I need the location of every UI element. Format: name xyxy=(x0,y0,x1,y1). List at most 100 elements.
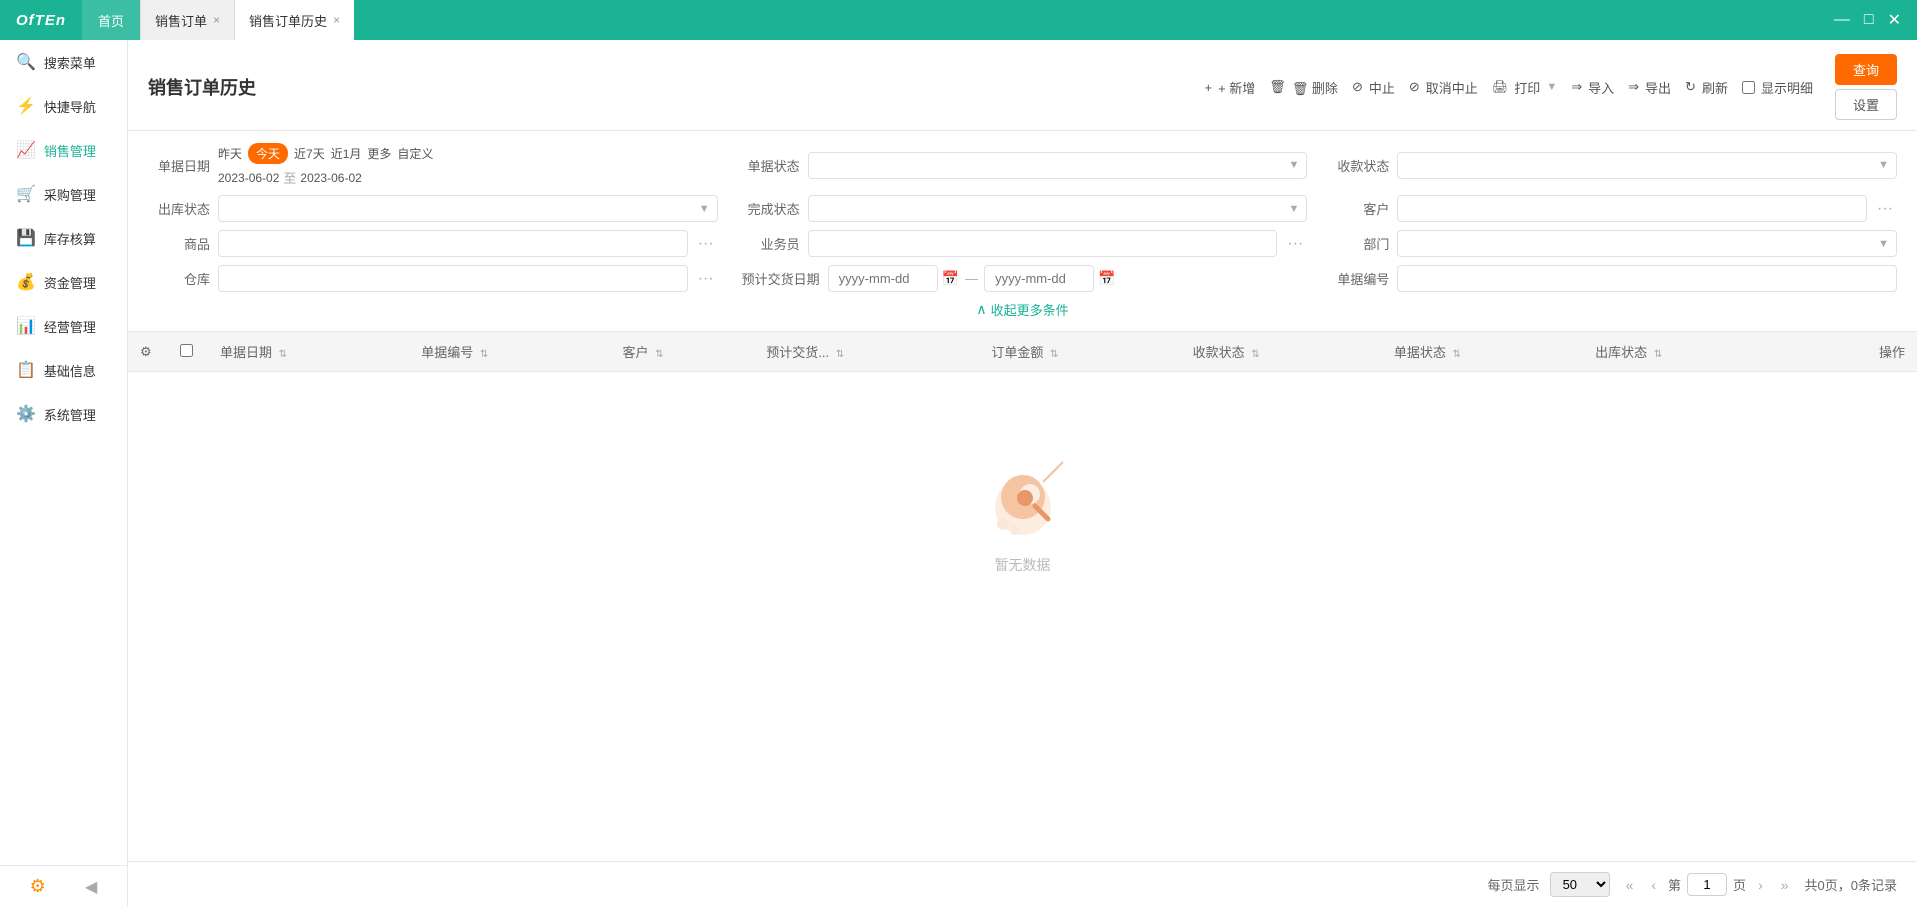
sidebar-item-finance[interactable]: 💰 资金管理 xyxy=(0,260,127,304)
col-out-status[interactable]: 出库状态 ⇅ xyxy=(1583,332,1784,372)
col-actions: 操作 xyxy=(1784,332,1917,372)
sidebar-item-search[interactable]: 🔍 搜索菜单 xyxy=(0,40,127,84)
calendar-start-icon[interactable]: 📅 xyxy=(942,270,959,287)
col-no[interactable]: 单据编号 ⇅ xyxy=(409,332,610,372)
window-minimize-btn[interactable]: — xyxy=(1834,11,1850,29)
query-button[interactable]: 查询 xyxy=(1835,54,1897,85)
print-dropdown-icon: ▼ xyxy=(1546,81,1557,93)
out-status-select[interactable] xyxy=(218,195,718,222)
date-dash: — xyxy=(965,271,978,286)
window-maximize-btn[interactable]: □ xyxy=(1864,11,1874,29)
stop-button[interactable]: ⊘ 中止 xyxy=(1352,78,1395,97)
delete-button[interactable]: 🗑 🗑 删除 xyxy=(1269,78,1338,97)
display-detail-checkbox[interactable] xyxy=(1742,81,1755,94)
basic-info-icon: 📋 xyxy=(16,360,36,380)
sidebar-item-quick-nav[interactable]: ⚡ 快捷导航 xyxy=(0,84,127,128)
complete-status-select[interactable] xyxy=(808,195,1308,222)
sidebar-settings-icon[interactable]: ⚙ xyxy=(30,876,46,897)
tab-sales-history[interactable]: 销售订单历史 × xyxy=(234,0,354,40)
sidebar-collapse-icon[interactable]: ◀ xyxy=(85,877,97,897)
page-last-btn[interactable]: » xyxy=(1775,875,1795,895)
collapse-more-link[interactable]: ∧ 收起更多条件 xyxy=(148,300,1897,319)
col-expected[interactable]: 预计交货... ⇅ xyxy=(754,332,979,372)
close-tab-sales[interactable]: × xyxy=(213,13,220,27)
col-amount[interactable]: 订单金额 ⇅ xyxy=(979,332,1180,372)
window-close-btn[interactable]: ✕ xyxy=(1888,10,1901,30)
sort-out-icon: ⇅ xyxy=(1654,349,1662,360)
setting-button[interactable]: 设置 xyxy=(1835,89,1897,120)
salesman-more-icon[interactable]: ··· xyxy=(1283,235,1307,253)
page-prev-btn[interactable]: ‹ xyxy=(1645,875,1662,895)
col-receipt-status[interactable]: 收款状态 ⇅ xyxy=(1181,332,1382,372)
export-icon: ⇒ xyxy=(1628,79,1639,95)
close-tab-history[interactable]: × xyxy=(333,13,340,27)
date-range-start: 2023-06-02 xyxy=(218,171,279,185)
sidebar-item-operations[interactable]: 📊 经营管理 xyxy=(0,304,127,348)
tab-home[interactable]: 首页 xyxy=(82,0,140,40)
date-btn-7days[interactable]: 近7天 xyxy=(294,145,325,162)
sort-receipt-icon: ⇅ xyxy=(1251,349,1259,360)
date-btn-yesterday[interactable]: 昨天 xyxy=(218,145,242,162)
col-bill-status[interactable]: 单据状态 ⇅ xyxy=(1382,332,1583,372)
date-label: 单据日期 xyxy=(148,156,218,175)
product-input[interactable] xyxy=(218,230,688,257)
customer-input[interactable] xyxy=(1397,195,1867,222)
col-date[interactable]: 单据日期 ⇅ xyxy=(208,332,409,372)
print-button[interactable]: 🖨 打印 ▼ xyxy=(1492,78,1557,97)
import-button[interactable]: ⇒ 导入 xyxy=(1571,78,1614,97)
date-btn-more[interactable]: 更多 xyxy=(367,145,391,162)
customer-more-icon[interactable]: ··· xyxy=(1873,200,1897,218)
date-chip-today[interactable]: 今天 xyxy=(248,143,288,164)
display-detail-label: 显示明细 xyxy=(1761,78,1813,97)
page-input[interactable] xyxy=(1687,873,1727,896)
dept-label: 部门 xyxy=(1327,234,1397,253)
sidebar-item-inventory[interactable]: 💾 库存核算 xyxy=(0,216,127,260)
empty-text: 暂无数据 xyxy=(995,555,1051,575)
page-first-btn[interactable]: « xyxy=(1620,875,1640,895)
inventory-icon: 💾 xyxy=(16,228,36,248)
warehouse-more-icon[interactable]: ··· xyxy=(694,270,718,288)
receipt-status-select[interactable] xyxy=(1397,152,1897,179)
salesman-input[interactable] xyxy=(808,230,1278,257)
calendar-end-icon[interactable]: 📅 xyxy=(1098,270,1115,287)
product-more-icon[interactable]: ··· xyxy=(694,235,718,253)
search-menu-icon: 🔍 xyxy=(16,52,36,72)
date-btn-1month[interactable]: 近1月 xyxy=(331,145,362,162)
select-all-checkbox[interactable] xyxy=(180,344,193,357)
dept-select[interactable] xyxy=(1397,230,1897,257)
delete-icon: 🗑 xyxy=(1269,79,1286,95)
page-size-select[interactable]: 50 10 20 100 xyxy=(1550,872,1610,897)
cancel-stop-button[interactable]: ⊘ 取消中止 xyxy=(1409,78,1478,97)
expected-date-label: 预计交货日期 xyxy=(738,269,828,288)
status-select[interactable] xyxy=(808,152,1308,179)
expected-date-end[interactable] xyxy=(984,265,1094,292)
table-check-header[interactable] xyxy=(168,332,208,372)
refresh-button[interactable]: ↻ 刷新 xyxy=(1685,78,1728,97)
sidebar-item-purchase[interactable]: 🛒 采购管理 xyxy=(0,172,127,216)
complete-status-label: 完成状态 xyxy=(738,199,808,218)
sort-expected-icon: ⇅ xyxy=(836,349,844,360)
order-no-input[interactable] xyxy=(1397,265,1897,292)
collapse-up-icon: ∧ xyxy=(976,301,986,318)
page-next-btn[interactable]: › xyxy=(1752,875,1769,895)
warehouse-input[interactable] xyxy=(218,265,688,292)
new-button[interactable]: + + 新增 xyxy=(1204,78,1255,97)
export-button[interactable]: ⇒ 导出 xyxy=(1628,78,1671,97)
receipt-status-label: 收款状态 xyxy=(1327,156,1397,175)
sidebar-item-system[interactable]: ⚙️ 系统管理 xyxy=(0,392,127,436)
tab-sales-order[interactable]: 销售订单 × xyxy=(140,0,234,40)
purchase-icon: 🛒 xyxy=(16,184,36,204)
new-icon: + xyxy=(1204,80,1212,95)
sidebar-item-sales[interactable]: 📈 销售管理 xyxy=(0,128,127,172)
date-btn-custom[interactable]: 自定义 xyxy=(397,145,433,162)
page-label: 第 xyxy=(1668,875,1681,894)
operations-icon: 📊 xyxy=(16,316,36,336)
brand-logo: OfTEn xyxy=(0,12,82,29)
expected-date-start[interactable] xyxy=(828,265,938,292)
quick-nav-icon: ⚡ xyxy=(16,96,36,116)
sidebar-item-basic-info[interactable]: 📋 基础信息 xyxy=(0,348,127,392)
col-customer[interactable]: 客户 ⇅ xyxy=(610,332,754,372)
cancel-stop-icon: ⊘ xyxy=(1409,79,1420,95)
table-settings-header[interactable]: ⚙ xyxy=(128,332,168,372)
date-range-end: 2023-06-02 xyxy=(300,171,361,185)
